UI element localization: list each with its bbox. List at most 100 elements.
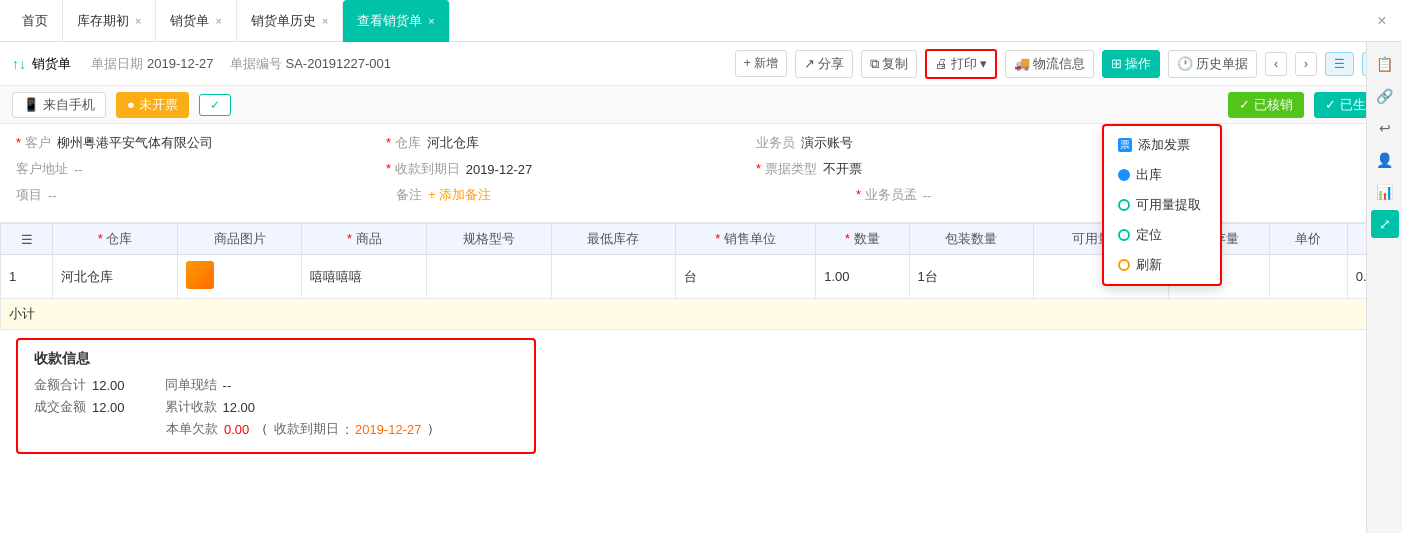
doc-toolbar: ↑↓ 销货单 单据日期 2019-12-27 单据编号 SA-20191227-… <box>0 42 1402 86</box>
toolbar-actions: + 新增 ↗ 分享 ⧉ 复制 🖨 打印 ▾ 🚚 物流信息 ⊞ 操作 <box>735 49 1390 79</box>
same-order-settle-label: 同单现结 <box>165 376 217 394</box>
col-qty: 数量 <box>816 224 909 255</box>
staff2-value: -- <box>923 188 932 203</box>
amount-total-item: 金额合计 12.00 <box>34 376 125 394</box>
warehouse-value: 河北仓库 <box>427 134 479 152</box>
new-button[interactable]: + 新增 <box>735 50 787 77</box>
tab-home[interactable]: 首页 <box>8 0 63 42</box>
tab-close-check-sales-order[interactable]: × <box>428 15 434 27</box>
dropdown-refresh[interactable]: 刷新 <box>1104 250 1220 280</box>
doc-date-value: 2019-12-27 <box>147 56 214 71</box>
sidebar-icon-4[interactable]: 👤 <box>1371 146 1399 174</box>
operation-dropdown: 票 添加发票 出库 可用量提取 定位 刷新 <box>1102 124 1222 286</box>
grid-view-button-1[interactable]: ☰ <box>1325 52 1354 76</box>
dropdown-locate[interactable]: 定位 <box>1104 220 1220 250</box>
payment-info-box: 收款信息 金额合计 12.00 同单现结 -- 成交金额 12.00 累计收款 … <box>16 338 536 454</box>
dropdown-add-invoice[interactable]: 票 添加发票 <box>1104 130 1220 160</box>
staff2-label: 业务员孟 <box>856 186 917 204</box>
sidebar-icon-3[interactable]: ↩ <box>1371 114 1399 142</box>
cell-min-stock <box>551 255 676 299</box>
due-date-label: 收款到期日 <box>274 420 339 438</box>
customer-label: 客户 <box>16 134 51 152</box>
doc-number-label: 单据编号 <box>230 55 282 73</box>
tab-close-sales-order-history[interactable]: × <box>322 15 328 27</box>
sold-icon: ✓ <box>1239 97 1250 112</box>
dropdown-available-qty[interactable]: 可用量提取 <box>1104 190 1220 220</box>
col-min-stock: 最低库存 <box>551 224 676 255</box>
same-order-settle-value: -- <box>223 378 232 393</box>
copy-button[interactable]: ⧉ 复制 <box>861 50 917 78</box>
window-close-button[interactable]: × <box>1362 0 1402 42</box>
transaction-amount-value: 12.00 <box>92 400 125 415</box>
locate-icon <box>1118 229 1130 241</box>
tab-check-sales-order[interactable]: 查看销货单 × <box>343 0 449 42</box>
nav-next-button[interactable]: › <box>1295 52 1317 76</box>
amount-total-label: 金额合计 <box>34 376 86 394</box>
print-dropdown-icon: ▾ <box>980 56 987 71</box>
tab-close-inventory-init[interactable]: × <box>135 15 141 27</box>
subtotal-label: 小计 <box>1 299 1402 330</box>
history-button[interactable]: 🕐 历史单据 <box>1168 50 1257 78</box>
sidebar-icon-5[interactable]: 📊 <box>1371 178 1399 206</box>
doc-number-value: SA-20191227-001 <box>286 56 392 71</box>
share-button[interactable]: ↗ 分享 <box>795 50 853 78</box>
warehouse-field: 仓库 河北仓库 <box>386 134 736 152</box>
doc-meta: 单据日期 2019-12-27 单据编号 SA-20191227-001 <box>91 55 735 73</box>
payment-date-field: 收款到期日 2019-12-27 <box>386 160 736 178</box>
doc-type-label: 销货单 <box>32 55 71 73</box>
sidebar-icon-expand[interactable]: ⤢ <box>1371 210 1399 238</box>
cell-product: 嘻嘻嘻嘻 <box>302 255 427 299</box>
staff-field: 业务员 演示账号 <box>756 134 1016 152</box>
transaction-amount-label: 成交金额 <box>34 398 86 416</box>
cell-unit: 台 <box>676 255 816 299</box>
customer-field: 客户 柳州粤港平安气体有限公司 <box>16 134 366 152</box>
cumulative-receipt-label: 累计收款 <box>165 398 217 416</box>
cell-warehouse: 河北仓库 <box>53 255 178 299</box>
col-product: 商品 <box>302 224 427 255</box>
tab-bar: 首页 库存期初 × 销货单 × 销货单历史 × 查看销货单 × × <box>0 0 1402 42</box>
doc-title: ↑↓ 销货单 <box>12 55 71 73</box>
not-open-button[interactable]: ● 未开票 <box>116 92 189 118</box>
print-button[interactable]: 🖨 打印 ▾ <box>925 49 997 79</box>
tab-sales-order[interactable]: 销货单 × <box>156 0 236 42</box>
current-arrears-label: 本单欠款 <box>166 420 218 438</box>
due-date-info: （ <box>255 420 268 438</box>
right-sidebar: 📋 🔗 ↩ 👤 📊 ⤢ <box>1366 42 1402 533</box>
sidebar-icon-2[interactable]: 🔗 <box>1371 82 1399 110</box>
check-icon-button[interactable]: ✓ <box>199 94 231 116</box>
sold-button[interactable]: ✓ 已核销 <box>1228 92 1304 118</box>
cell-spec <box>426 255 551 299</box>
tab-close-sales-order[interactable]: × <box>215 15 221 27</box>
payment-date-value: 2019-12-27 <box>466 162 533 177</box>
remark-field: 备注 + 添加备注 <box>396 186 656 204</box>
ticket-type-field: 票据类型 不开票 <box>756 160 1016 178</box>
customer-value: 柳州粤港平安气体有限公司 <box>57 134 213 152</box>
due-date-colon: : <box>345 422 349 437</box>
tab-inventory-init[interactable]: 库存期初 × <box>63 0 156 42</box>
sidebar-icon-1[interactable]: 📋 <box>1371 50 1399 78</box>
col-unit: 销售单位 <box>676 224 816 255</box>
tab-sales-order-history[interactable]: 销货单历史 × <box>237 0 343 42</box>
truck-icon: 🚚 <box>1014 56 1030 71</box>
payment-row-2: 成交金额 12.00 累计收款 12.00 <box>34 398 518 416</box>
nav-prev-button[interactable]: ‹ <box>1265 52 1287 76</box>
operation-button[interactable]: ⊞ 操作 <box>1102 50 1160 78</box>
add-remark-button[interactable]: + 添加备注 <box>428 186 491 204</box>
staff2-field: 业务员孟 -- <box>856 186 1116 204</box>
cell-image <box>177 255 302 299</box>
doc-area: ↑↓ 销货单 单据日期 2019-12-27 单据编号 SA-20191227-… <box>0 42 1402 533</box>
dropdown-warehouse-out[interactable]: 出库 <box>1104 160 1220 190</box>
warehouse-label: 仓库 <box>386 134 421 152</box>
address-field: 客户地址 -- <box>16 160 366 178</box>
doc-type-icon: ↑↓ <box>12 56 26 72</box>
amount-total-value: 12.00 <box>92 378 125 393</box>
cumulative-receipt-value: 12.00 <box>223 400 256 415</box>
from-phone-button[interactable]: 📱 来自手机 <box>12 92 106 118</box>
project-field: 项目 -- <box>16 186 276 204</box>
staff-value: 演示账号 <box>801 134 853 152</box>
col-spec: 规格型号 <box>426 224 551 255</box>
payment-row-3: 本单欠款 0.00 （ 收款到期日 : 2019-12-27 ） <box>34 420 518 438</box>
print-icon: 🖨 <box>935 56 948 71</box>
transaction-amount-item: 成交金额 12.00 <box>34 398 125 416</box>
logistics-button[interactable]: 🚚 物流信息 <box>1005 50 1094 78</box>
